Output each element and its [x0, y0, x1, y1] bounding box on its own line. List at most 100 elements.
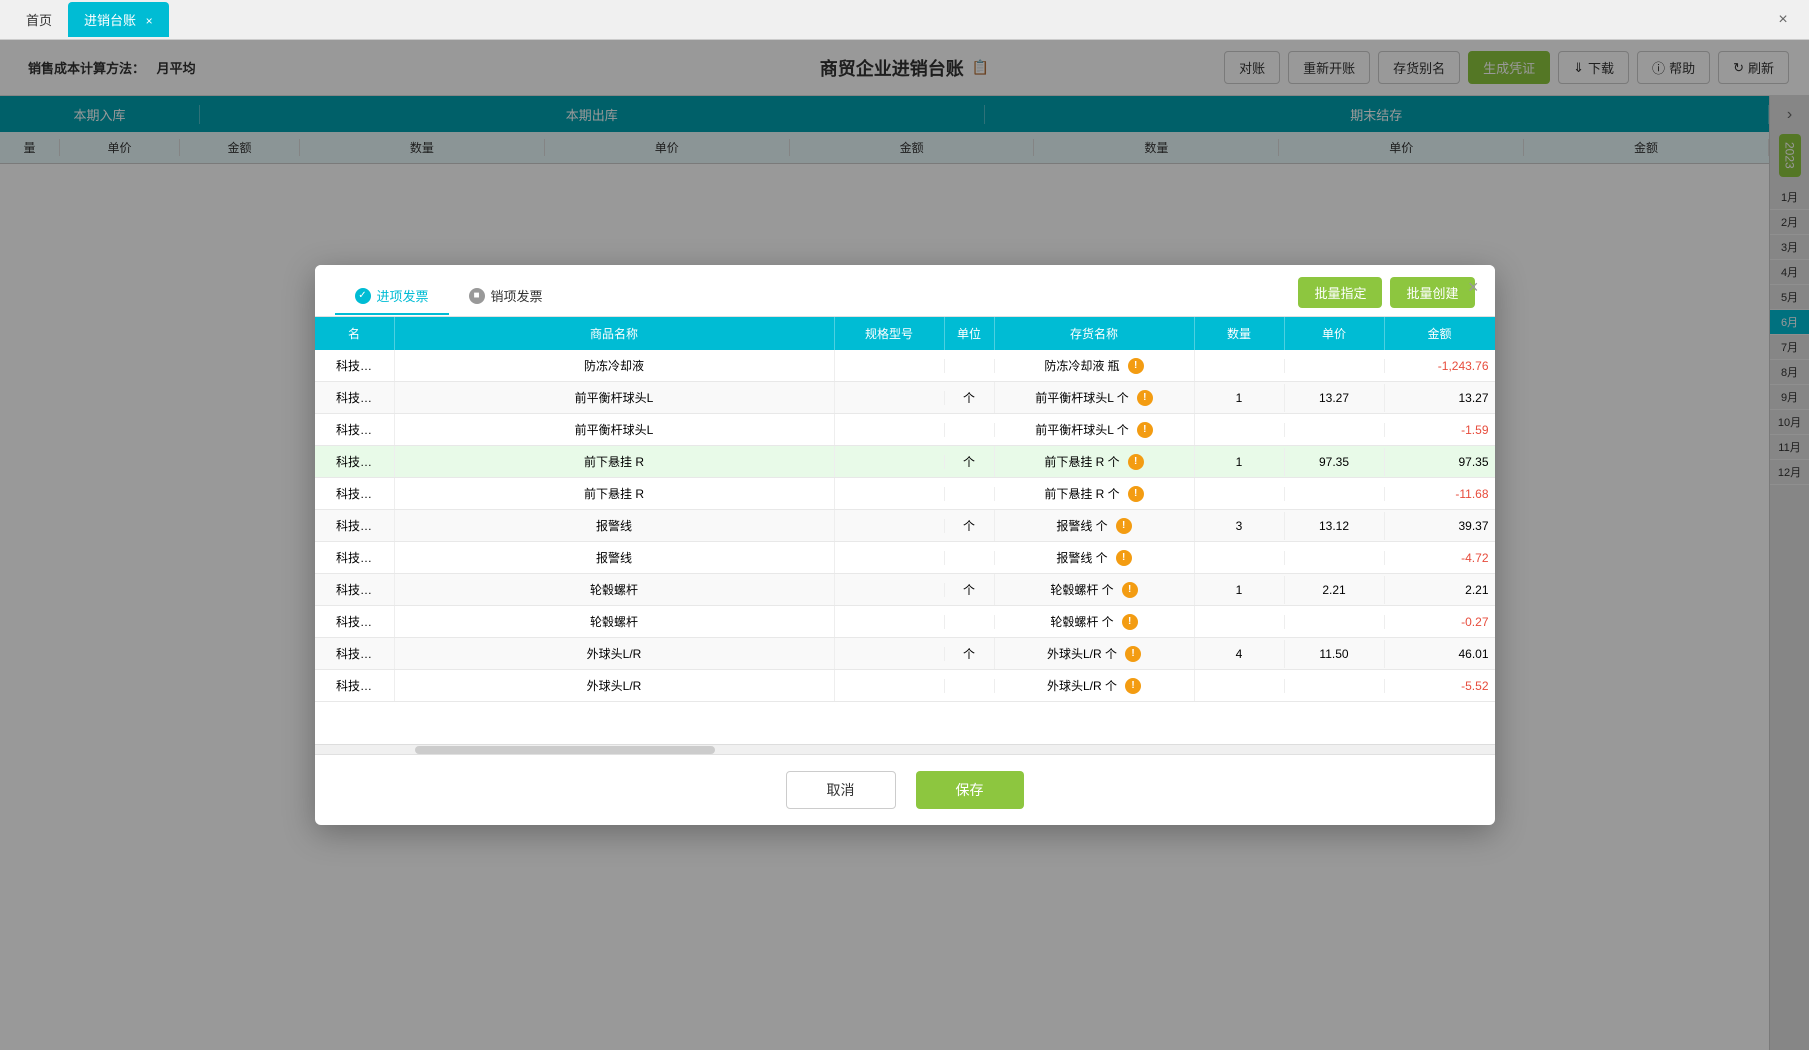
- cell-amount: -0.27: [1385, 608, 1495, 636]
- warning-icon: !: [1125, 678, 1141, 694]
- cancel-button[interactable]: 取消: [786, 771, 896, 809]
- cell-price: [1285, 423, 1385, 437]
- cell-amount: 46.01: [1385, 640, 1495, 668]
- cell-inventory: 防冻冷却液 瓶!: [995, 350, 1195, 381]
- cell-product: 报警线: [395, 542, 835, 573]
- cell-spec: [835, 423, 945, 437]
- modal-footer: 取消 保存: [315, 754, 1495, 825]
- cell-spec: [835, 359, 945, 373]
- cell-inventory: 前平衡杆球头L 个!: [995, 414, 1195, 445]
- cell-price: [1285, 359, 1385, 373]
- outgoing-invoice-label: 销项发票: [491, 286, 543, 305]
- cell-product: 前下悬挂 R: [395, 446, 835, 477]
- cell-qty: [1195, 359, 1285, 373]
- warning-icon: !: [1116, 518, 1132, 534]
- scrollbar-thumb[interactable]: [415, 746, 715, 754]
- header-spec: 规格型号: [835, 317, 945, 350]
- cell-product: 防冻冷却液: [395, 350, 835, 381]
- horizontal-scrollbar[interactable]: [315, 744, 1495, 754]
- cell-inventory: 轮毂螺杆 个!: [995, 606, 1195, 637]
- cell-inventory: 前下悬挂 R 个!: [995, 478, 1195, 509]
- cell-spec: [835, 455, 945, 469]
- cell-price: 97.35: [1285, 448, 1385, 476]
- header-unit: 单位: [945, 317, 995, 350]
- tab-ledger[interactable]: 进销台账 ×: [68, 2, 169, 37]
- table-row[interactable]: 科技… 前下悬挂 R 前下悬挂 R 个! -11.68: [315, 478, 1495, 510]
- cell-spec: [835, 583, 945, 597]
- tab-outgoing-invoice[interactable]: ■ 销项发票: [449, 278, 563, 315]
- save-button[interactable]: 保存: [916, 771, 1024, 809]
- cell-product: 前平衡杆球头L: [395, 382, 835, 413]
- cell-unit: 个: [945, 382, 995, 413]
- cell-qty: 1: [1195, 384, 1285, 412]
- cell-spec: [835, 391, 945, 405]
- warning-icon: !: [1128, 486, 1144, 502]
- table-row[interactable]: 科技… 前平衡杆球头L 前平衡杆球头L 个! -1.59: [315, 414, 1495, 446]
- cell-qty: [1195, 487, 1285, 501]
- cell-price: 2.21: [1285, 576, 1385, 604]
- batch-assign-button[interactable]: 批量指定: [1298, 277, 1382, 308]
- cell-amount: -1,243.76: [1385, 352, 1495, 380]
- cell-name: 科技…: [315, 350, 395, 381]
- tab-incoming-invoice[interactable]: ✓ 进项发票: [335, 278, 449, 315]
- incoming-invoice-label: 进项发票: [377, 286, 429, 305]
- cell-price: 11.50: [1285, 640, 1385, 668]
- table-row[interactable]: 科技… 轮毂螺杆 轮毂螺杆 个! -0.27: [315, 606, 1495, 638]
- modal-close-button[interactable]: ×: [1468, 277, 1479, 298]
- cell-unit: 个: [945, 574, 995, 605]
- cell-name: 科技…: [315, 606, 395, 637]
- tab-home[interactable]: 首页: [10, 2, 68, 37]
- window-close-button[interactable]: ×: [1767, 4, 1799, 36]
- modal-header-buttons: 批量指定 批量创建: [1298, 277, 1474, 316]
- cell-inventory: 外球头L/R 个!: [995, 638, 1195, 669]
- cell-qty: [1195, 423, 1285, 437]
- warning-icon: !: [1137, 422, 1153, 438]
- cell-spec: [835, 679, 945, 693]
- table-row[interactable]: 科技… 前平衡杆球头L 个 前平衡杆球头L 个! 1 13.27 13.27: [315, 382, 1495, 414]
- header-qty: 数量: [1195, 317, 1285, 350]
- outgoing-invoice-icon: ■: [469, 288, 485, 304]
- cell-unit: [945, 615, 995, 629]
- table-row[interactable]: 科技… 前下悬挂 R 个 前下悬挂 R 个! 1 97.35 97.35: [315, 446, 1495, 478]
- cell-spec: [835, 551, 945, 565]
- cell-product: 轮毂螺杆: [395, 574, 835, 605]
- cell-unit: [945, 423, 995, 437]
- cell-spec: [835, 519, 945, 533]
- header-amount: 金额: [1385, 317, 1495, 350]
- table-row[interactable]: 科技… 轮毂螺杆 个 轮毂螺杆 个! 1 2.21 2.21: [315, 574, 1495, 606]
- cell-qty: 3: [1195, 512, 1285, 540]
- modal-table-header: 名 商品名称 规格型号 单位 存货名称 数量 单价 金额: [315, 317, 1495, 350]
- cell-inventory: 前下悬挂 R 个!: [995, 446, 1195, 477]
- cell-spec: [835, 487, 945, 501]
- warning-icon: !: [1128, 454, 1144, 470]
- modal-dialog: ✓ 进项发票 ■ 销项发票 批量指定 批量创建 ×: [315, 265, 1495, 825]
- cell-inventory: 前平衡杆球头L 个!: [995, 382, 1195, 413]
- cell-price: [1285, 551, 1385, 565]
- incoming-invoice-icon: ✓: [355, 288, 371, 304]
- table-row[interactable]: 科技… 报警线 个 报警线 个! 3 13.12 39.37: [315, 510, 1495, 542]
- cell-name: 科技…: [315, 510, 395, 541]
- cell-product: 外球头L/R: [395, 638, 835, 669]
- modal-table-body: 科技… 防冻冷却液 防冻冷却液 瓶! -1,243.76 科技… 前平衡杆球头L…: [315, 350, 1495, 702]
- cell-amount: -11.68: [1385, 480, 1495, 508]
- cell-amount: -4.72: [1385, 544, 1495, 572]
- tab-home-label: 首页: [26, 13, 52, 28]
- header-name: 名: [315, 317, 395, 350]
- table-row[interactable]: 科技… 外球头L/R 外球头L/R 个! -5.52: [315, 670, 1495, 702]
- warning-icon: !: [1137, 390, 1153, 406]
- table-row[interactable]: 科技… 外球头L/R 个 外球头L/R 个! 4 11.50 46.01: [315, 638, 1495, 670]
- cell-product: 报警线: [395, 510, 835, 541]
- table-row[interactable]: 科技… 报警线 报警线 个! -4.72: [315, 542, 1495, 574]
- cell-amount: -1.59: [1385, 416, 1495, 444]
- cell-unit: 个: [945, 510, 995, 541]
- table-row[interactable]: 科技… 防冻冷却液 防冻冷却液 瓶! -1,243.76: [315, 350, 1495, 382]
- cell-amount: -5.52: [1385, 672, 1495, 700]
- batch-create-button[interactable]: 批量创建: [1390, 277, 1474, 308]
- warning-icon: !: [1125, 646, 1141, 662]
- cell-amount: 97.35: [1385, 448, 1495, 476]
- header-inventory: 存货名称: [995, 317, 1195, 350]
- cell-name: 科技…: [315, 478, 395, 509]
- cell-inventory: 外球头L/R 个!: [995, 670, 1195, 701]
- tab-close-icon[interactable]: ×: [146, 14, 153, 28]
- warning-icon: !: [1122, 582, 1138, 598]
